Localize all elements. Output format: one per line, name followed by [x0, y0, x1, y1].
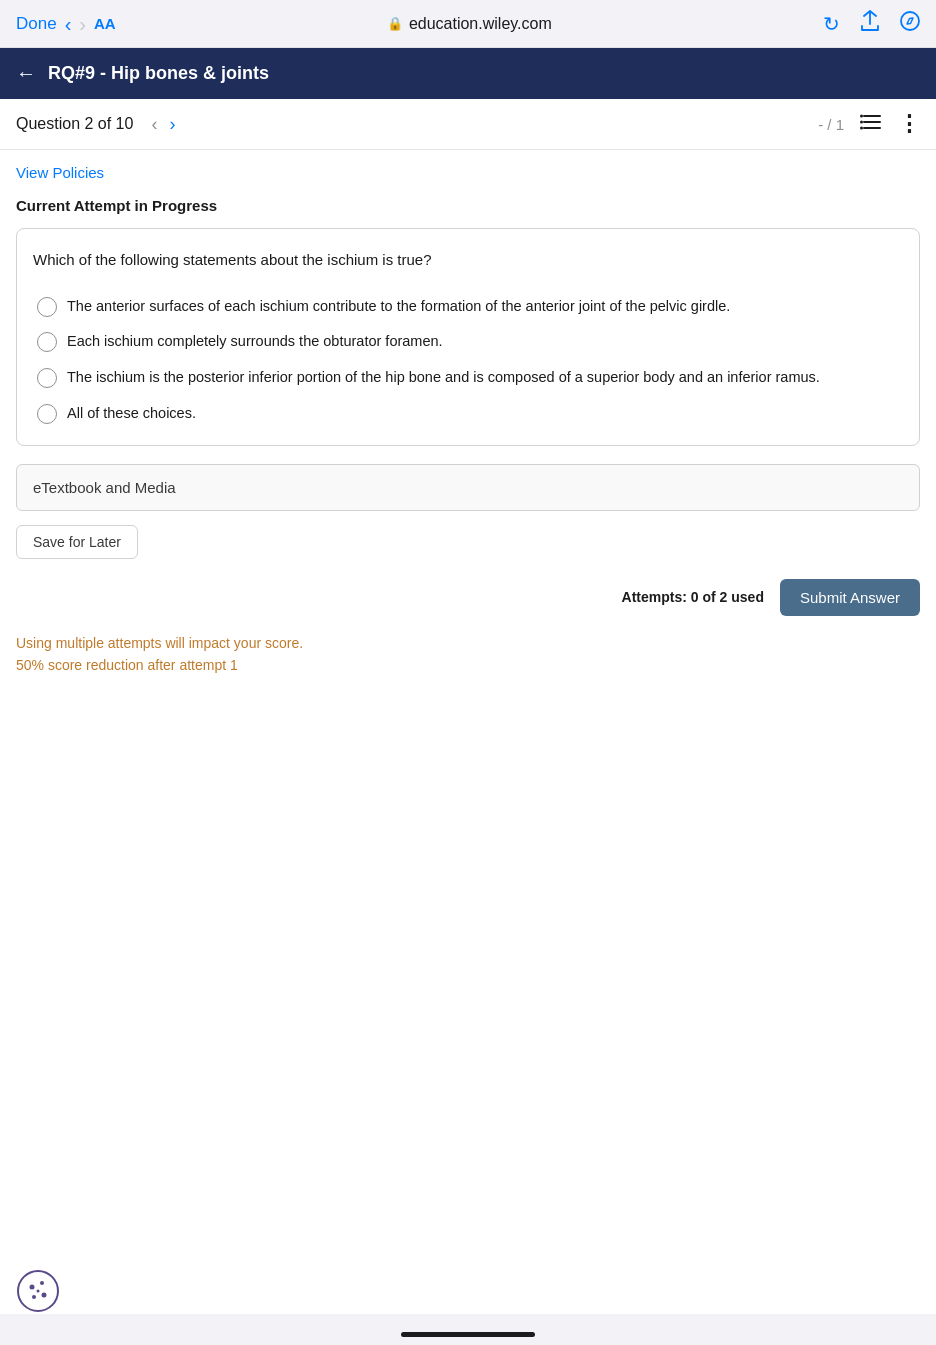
submit-row: Attempts: 0 of 2 used Submit Answer: [16, 579, 920, 616]
svg-point-6: [860, 126, 863, 129]
next-question-button[interactable]: ›: [163, 114, 181, 135]
forward-arrow-button[interactable]: ›: [79, 14, 86, 34]
share-icon[interactable]: [860, 10, 880, 37]
lock-icon: 🔒: [387, 16, 403, 31]
prev-question-button[interactable]: ‹: [145, 114, 163, 135]
etextbook-button[interactable]: eTextbook and Media: [16, 464, 920, 511]
browser-actions: ↻: [823, 10, 920, 37]
warning-line-1: Using multiple attempts will impact your…: [16, 632, 920, 654]
option-text-1: The anterior surfaces of each ischium co…: [67, 296, 730, 318]
warning-line-2: 50% score reduction after attempt 1: [16, 654, 920, 676]
radio-button-4[interactable]: [37, 404, 57, 424]
answer-option-3[interactable]: The ischium is the posterior inferior po…: [37, 367, 903, 389]
compass-icon[interactable]: [900, 11, 920, 36]
view-policies-link[interactable]: View Policies: [16, 150, 920, 187]
option-text-4: All of these choices.: [67, 403, 196, 425]
attempts-label: Attempts: 0 of 2 used: [622, 589, 764, 605]
answer-option-4[interactable]: All of these choices.: [37, 403, 903, 425]
option-text-2: Each ischium completely surrounds the ob…: [67, 331, 443, 353]
svg-point-12: [37, 1290, 40, 1293]
more-options-icon[interactable]: ⋮: [898, 111, 920, 137]
page-title: RQ#9 - Hip bones & joints: [48, 63, 269, 84]
svg-point-11: [32, 1295, 36, 1299]
url-text: education.wiley.com: [409, 15, 552, 33]
radio-button-1[interactable]: [37, 297, 57, 317]
back-arrow-button[interactable]: ‹: [65, 14, 72, 34]
text-size-button[interactable]: AA: [94, 15, 116, 32]
refresh-icon[interactable]: ↻: [823, 12, 840, 36]
question-nav-bar: Question 2 of 10 ‹ › - / 1 ⋮: [0, 99, 936, 150]
cookie-button[interactable]: [16, 1269, 60, 1317]
svg-point-0: [901, 12, 919, 30]
answer-options: The anterior surfaces of each ischium co…: [33, 296, 903, 425]
radio-button-2[interactable]: [37, 332, 57, 352]
svg-point-8: [30, 1285, 35, 1290]
main-content: Question 2 of 10 ‹ › - / 1 ⋮ View Polici…: [0, 99, 936, 1314]
question-text: Which of the following statements about …: [33, 249, 903, 272]
question-counter: Question 2 of 10: [16, 115, 133, 133]
question-area: View Policies Current Attempt in Progres…: [0, 150, 936, 676]
save-later-button[interactable]: Save for Later: [16, 525, 138, 559]
browser-nav: Done ‹ › AA: [16, 14, 116, 34]
attempt-status-label: Current Attempt in Progress: [16, 187, 920, 228]
svg-point-5: [860, 120, 863, 123]
browser-bar: Done ‹ › AA 🔒 education.wiley.com ↻: [0, 0, 936, 48]
done-button[interactable]: Done: [16, 14, 57, 34]
header-back-button[interactable]: ←: [16, 62, 36, 85]
question-box: Which of the following statements about …: [16, 228, 920, 446]
submit-answer-button[interactable]: Submit Answer: [780, 579, 920, 616]
svg-point-10: [42, 1293, 47, 1298]
warning-text: Using multiple attempts will impact your…: [16, 632, 920, 677]
answer-option-1[interactable]: The anterior surfaces of each ischium co…: [37, 296, 903, 318]
option-text-3: The ischium is the posterior inferior po…: [67, 367, 820, 389]
home-indicator: [401, 1332, 535, 1337]
list-icon[interactable]: [860, 113, 882, 136]
svg-point-4: [860, 114, 863, 117]
radio-button-3[interactable]: [37, 368, 57, 388]
svg-point-9: [40, 1281, 44, 1285]
question-nav-right: - / 1 ⋮: [818, 111, 920, 137]
page-header: ← RQ#9 - Hip bones & joints: [0, 48, 936, 99]
answer-option-2[interactable]: Each ischium completely surrounds the ob…: [37, 331, 903, 353]
url-bar: 🔒 education.wiley.com: [387, 15, 552, 33]
score-display: - / 1: [818, 116, 844, 133]
